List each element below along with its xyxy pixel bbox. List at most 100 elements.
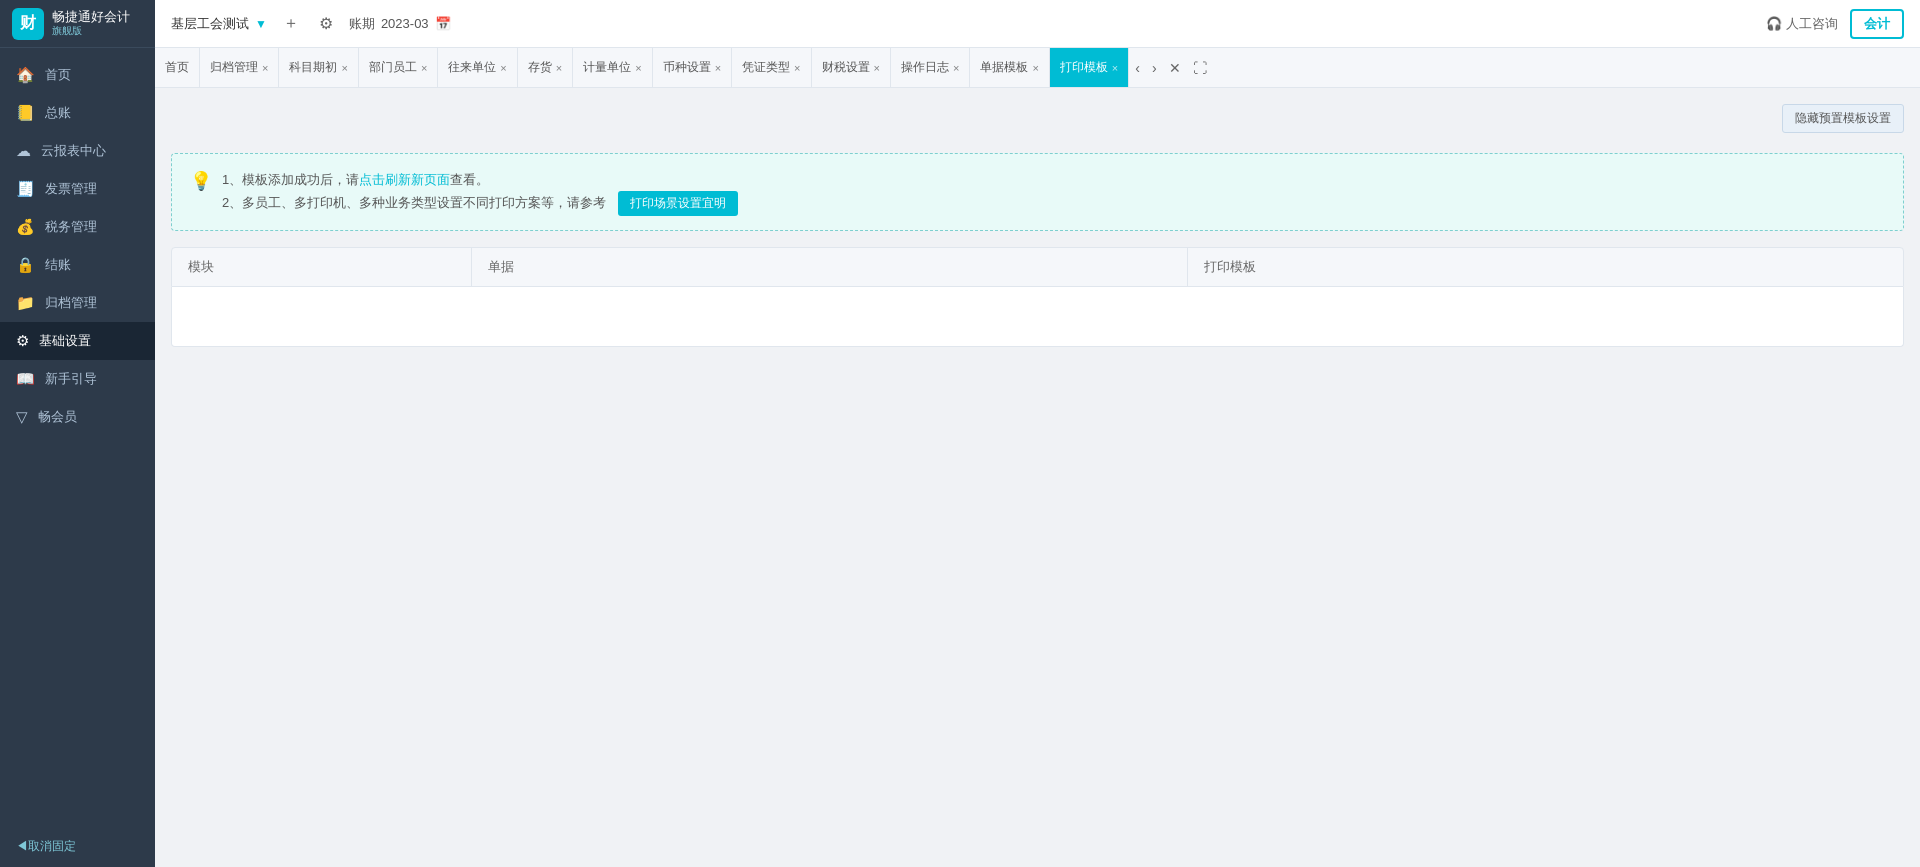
sidebar-logo: 财 畅捷通好会计 旗舰版 bbox=[0, 0, 155, 48]
settings-button[interactable]: ⚙ bbox=[315, 10, 337, 37]
home-icon: 🏠 bbox=[16, 66, 35, 84]
tab-unit[interactable]: 计量单位 × bbox=[573, 48, 652, 87]
print-template-table: 模块 单据 打印模板 bbox=[171, 247, 1904, 347]
lightbulb-icon: 💡 bbox=[190, 170, 212, 192]
sidebar-item-label: 首页 bbox=[45, 66, 71, 84]
sidebar-item-archive[interactable]: 📁 归档管理 bbox=[0, 284, 155, 322]
tab-close-btn[interactable]: × bbox=[1112, 62, 1118, 74]
invoice-icon: 🧾 bbox=[16, 180, 35, 198]
explain-button[interactable]: 打印场景设置宜明 bbox=[618, 191, 738, 216]
tab-close-btn[interactable]: × bbox=[953, 62, 959, 74]
tab-operation_log[interactable]: 操作日志 × bbox=[891, 48, 970, 87]
tab-close-btn[interactable]: × bbox=[341, 62, 347, 74]
tab-label: 科目期初 bbox=[289, 59, 337, 76]
tab-home[interactable]: 首页 bbox=[155, 48, 200, 87]
ledger-icon: 📒 bbox=[16, 104, 35, 122]
tab-dept[interactable]: 部门员工 × bbox=[359, 48, 438, 87]
col-danjv-header: 单据 bbox=[472, 248, 1188, 286]
tab-voucher_type[interactable]: 凭证类型 × bbox=[732, 48, 811, 87]
tab-close-btn[interactable]: × bbox=[874, 62, 880, 74]
service-button[interactable]: 🎧 人工咨询 bbox=[1766, 15, 1838, 33]
tab-label: 计量单位 bbox=[583, 59, 631, 76]
tax-icon: 💰 bbox=[16, 218, 35, 236]
sidebar-item-close[interactable]: 🔒结账 bbox=[0, 246, 155, 284]
tabbar: 首页归档管理 ×科目期初 ×部门员工 ×往来单位 ×存货 ×计量单位 ×币种设置… bbox=[155, 48, 1920, 88]
settings-icon: ⚙ bbox=[16, 332, 29, 350]
tab-close-btn[interactable]: × bbox=[635, 62, 641, 74]
sidebar-item-label: 新手引导 bbox=[45, 370, 97, 388]
tab-close-btn[interactable]: × bbox=[262, 62, 268, 74]
sidebar-item-label: 归档管理 bbox=[45, 294, 97, 312]
tab-nav-left[interactable]: ‹ bbox=[1129, 48, 1146, 87]
sidebar-item-label: 结账 bbox=[45, 256, 71, 274]
tab-label: 首页 bbox=[165, 59, 189, 76]
tab-close-btn[interactable]: × bbox=[421, 62, 427, 74]
table-header: 模块 单据 打印模板 bbox=[171, 247, 1904, 287]
sidebar-item-label: 总账 bbox=[45, 104, 71, 122]
sidebar-item-guide[interactable]: 📖新手引导 bbox=[0, 360, 155, 398]
main-area: 基层工会测试 ▼ ＋ ⚙ 账期 2023-03 📅 🎧 人工咨询 会计 首页归档… bbox=[155, 0, 1920, 867]
tab-label: 往来单位 bbox=[448, 59, 496, 76]
tab-close-btn[interactable]: × bbox=[556, 62, 562, 74]
tab-currency[interactable]: 币种设置 × bbox=[653, 48, 732, 87]
sidebar-item-label: 云报表中心 bbox=[41, 142, 106, 160]
tab-close-all[interactable]: ✕ bbox=[1163, 48, 1187, 87]
banner-line1-suffix: 查看。 bbox=[450, 172, 489, 187]
sidebar-item-reports[interactable]: ☁ 云报表中心 bbox=[0, 132, 155, 170]
tab-close-btn[interactable]: × bbox=[715, 62, 721, 74]
tab-inventory[interactable]: 存货 × bbox=[518, 48, 573, 87]
tab-label: 部门员工 bbox=[369, 59, 417, 76]
tab-label: 打印模板 bbox=[1060, 59, 1108, 76]
sidebar-item-invoice[interactable]: 🧾 发票管理 bbox=[0, 170, 155, 208]
content-top-bar: 隐藏预置模板设置 bbox=[171, 104, 1904, 143]
company-name: 基层工会测试 bbox=[171, 15, 249, 33]
tab-archive[interactable]: 归档管理 × bbox=[200, 48, 279, 87]
tab-close-btn[interactable]: × bbox=[500, 62, 506, 74]
logo-icon: 财 bbox=[12, 8, 44, 40]
tab-close-btn[interactable]: × bbox=[1032, 62, 1038, 74]
logo-text: 畅捷通好会计 bbox=[52, 9, 130, 25]
page-content: 隐藏预置模板设置 💡 1、模板添加成功后，请点击刷新新页面查看。 2、多员工、多… bbox=[155, 88, 1920, 867]
tab-nav-right[interactable]: › bbox=[1146, 48, 1163, 87]
tab-print_template[interactable]: 打印模板 × bbox=[1050, 48, 1129, 87]
sidebar-item-ledger[interactable]: 📒 总账 bbox=[0, 94, 155, 132]
hide-settings-button[interactable]: 隐藏预置模板设置 bbox=[1782, 104, 1904, 133]
tab-label: 存货 bbox=[528, 59, 552, 76]
reports-icon: ☁ bbox=[16, 142, 31, 160]
refresh-link[interactable]: 点击刷新新页面 bbox=[359, 172, 450, 187]
tab-label: 归档管理 bbox=[210, 59, 258, 76]
sidebar-item-home[interactable]: 🏠 首页 bbox=[0, 56, 155, 94]
col-module-header: 模块 bbox=[172, 248, 472, 286]
company-selector[interactable]: 基层工会测试 ▼ bbox=[171, 15, 267, 33]
tab-label: 操作日志 bbox=[901, 59, 949, 76]
tab-partner[interactable]: 往来单位 × bbox=[438, 48, 517, 87]
sidebar-item-vip[interactable]: ▽畅会员 bbox=[0, 398, 155, 436]
sidebar-nav: 🏠 首页 📒 总账 ☁ 云报表中心 🧾 发票管理 💰税务管理🔒结账 📁 归档管理 ⚙基础设置📖新手引导… bbox=[0, 48, 155, 826]
info-banner-text: 1、模板添加成功后，请点击刷新新页面查看。 2、多员工、多打印机、多种业务类型设… bbox=[222, 168, 738, 216]
sidebar-item-settings[interactable]: ⚙基础设置 bbox=[0, 322, 155, 360]
kuaiji-button[interactable]: 会计 bbox=[1850, 9, 1904, 39]
calendar-icon[interactable]: 📅 bbox=[435, 16, 451, 31]
sidebar-item-label: 发票管理 bbox=[45, 180, 97, 198]
topbar-right: 🎧 人工咨询 会计 bbox=[1766, 9, 1904, 39]
tab-close-btn[interactable]: × bbox=[794, 62, 800, 74]
tab-tax_settings[interactable]: 财税设置 × bbox=[812, 48, 891, 87]
archive-icon: 📁 bbox=[16, 294, 35, 312]
tab-label: 财税设置 bbox=[822, 59, 870, 76]
tab-label: 币种设置 bbox=[663, 59, 711, 76]
tab-single_template[interactable]: 单据模板 × bbox=[970, 48, 1049, 87]
sidebar-item-tax[interactable]: 💰税务管理 bbox=[0, 208, 155, 246]
cancel-fixed-btn[interactable]: ◀取消固定 bbox=[0, 826, 155, 867]
tab-expand[interactable]: ⛶ bbox=[1187, 48, 1213, 87]
info-banner: 💡 1、模板添加成功后，请点击刷新新页面查看。 2、多员工、多打印机、多种业务类… bbox=[171, 153, 1904, 231]
sidebar-item-label: 畅会员 bbox=[38, 408, 77, 426]
tab-label: 凭证类型 bbox=[742, 59, 790, 76]
col-template-header: 打印模板 bbox=[1188, 248, 1903, 286]
add-tab-button[interactable]: ＋ bbox=[279, 9, 303, 38]
banner-line2: 2、多员工、多打印机、多种业务类型设置不同打印方案等，请参考 打印场景设置宜明 bbox=[222, 191, 738, 216]
sidebar: 财 畅捷通好会计 旗舰版 🏠 首页 📒 总账 ☁ 云报表中心 🧾 发票管理 💰税务管理🔒结账 📁 归… bbox=[0, 0, 155, 867]
topbar: 基层工会测试 ▼ ＋ ⚙ 账期 2023-03 📅 🎧 人工咨询 会计 bbox=[155, 0, 1920, 48]
headset-icon: 🎧 bbox=[1766, 16, 1782, 31]
service-label: 人工咨询 bbox=[1786, 15, 1838, 33]
tab-period[interactable]: 科目期初 × bbox=[279, 48, 358, 87]
